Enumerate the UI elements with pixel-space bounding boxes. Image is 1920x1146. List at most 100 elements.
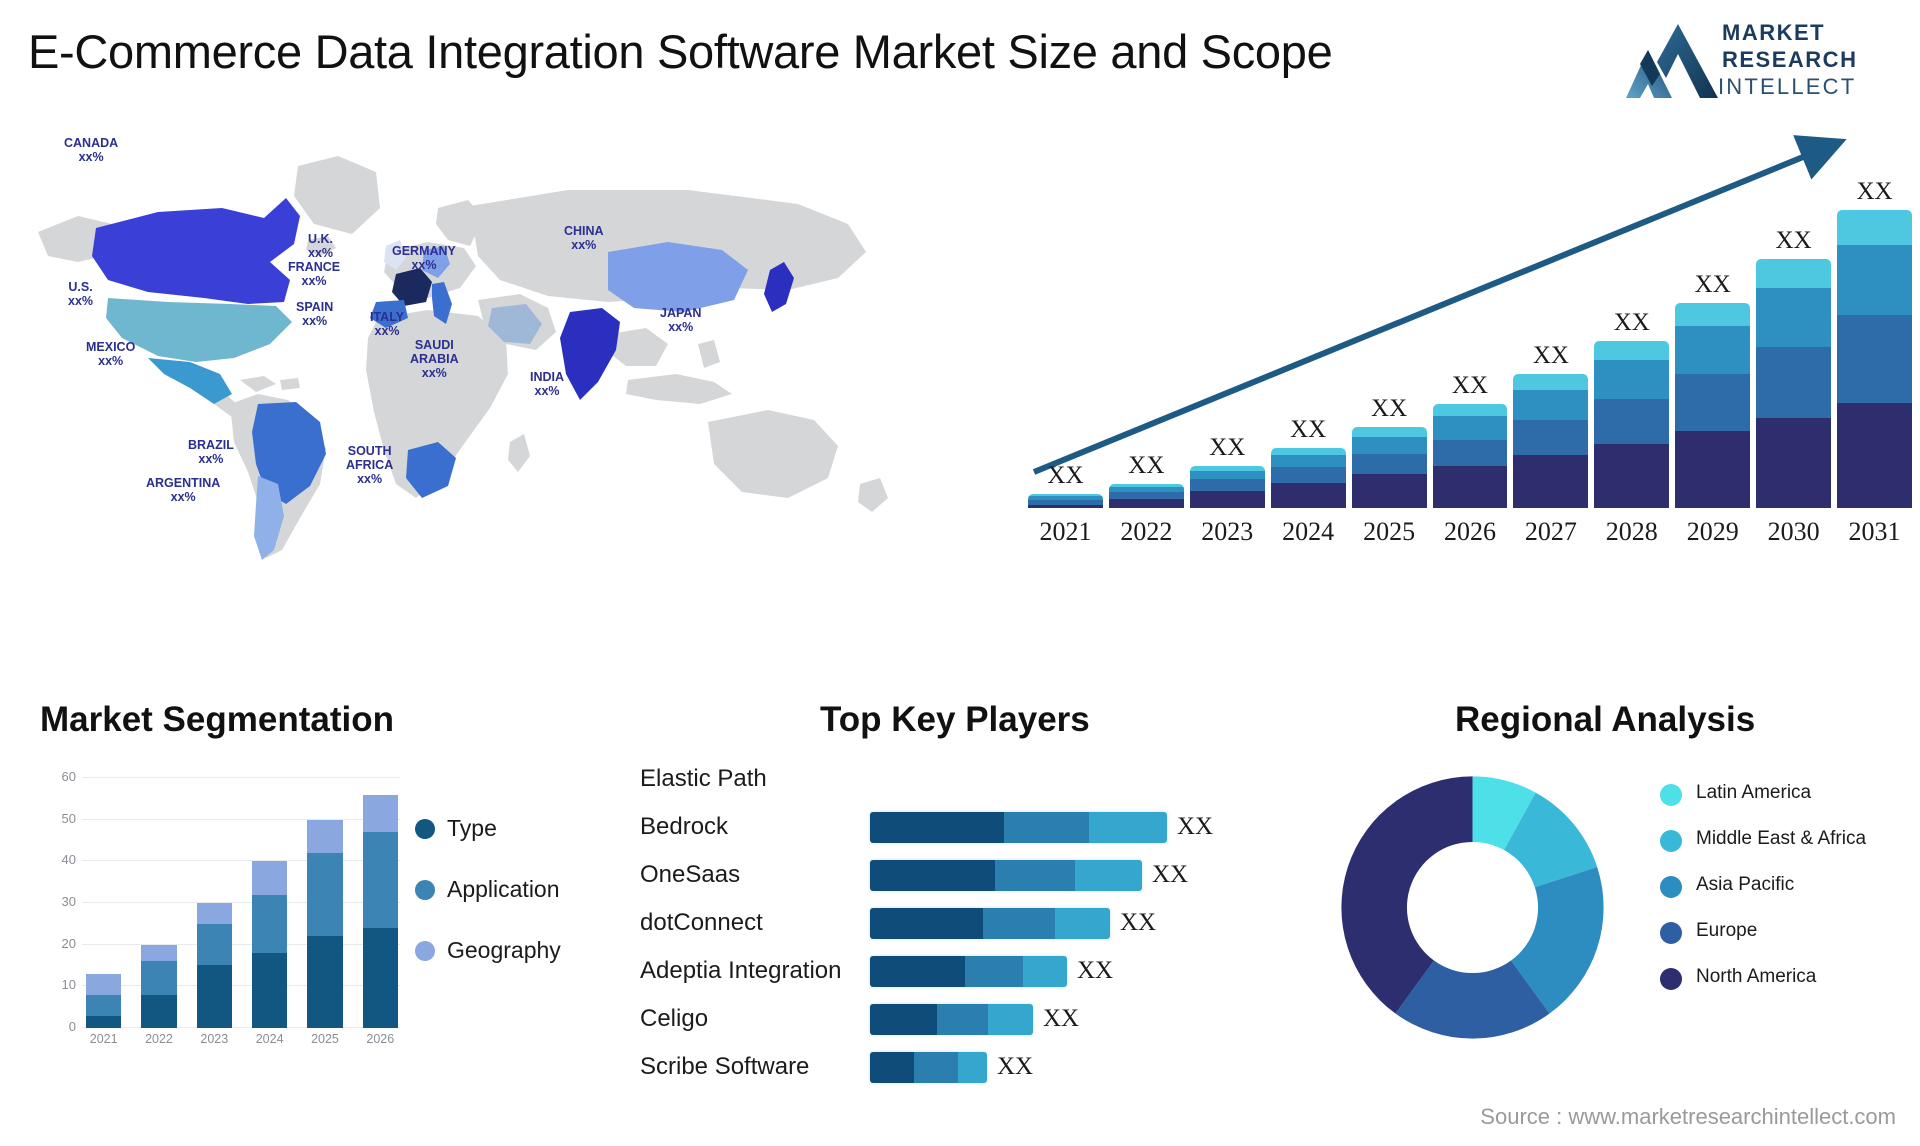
forecast-bar-value: XX	[1047, 462, 1084, 489]
legend-color-dot	[415, 940, 435, 961]
regional-legend-item[interactable]: North America	[1660, 966, 1910, 990]
market-research-intellect-logo: MARKET RESEARCH INTELLECT	[1626, 14, 1910, 106]
segmentation-bar	[86, 973, 122, 1028]
legend-label: Latin America	[1696, 782, 1812, 803]
forecast-bar-group: XX	[1837, 178, 1912, 508]
segmentation-bar-segment	[141, 961, 177, 995]
segmentation-x-label: 2022	[145, 1032, 173, 1046]
map-label-germany: GERMANY xx%	[392, 244, 456, 272]
key-player-bar-segment	[870, 907, 983, 939]
source-text: Source : www.marketresearchintellect.com	[1480, 1104, 1896, 1129]
forecast-bar-segment	[1513, 454, 1589, 508]
forecast-bar-value: XX	[1694, 270, 1731, 298]
key-player-bar	[870, 1003, 1033, 1035]
forecast-bar-segment	[1351, 436, 1427, 454]
regional-donut-chart	[1341, 776, 1604, 1039]
forecast-bar-segment	[1756, 287, 1832, 347]
segmentation-bar	[141, 944, 177, 1028]
forecast-year-label: 2031	[1848, 517, 1901, 546]
key-player-row: Bedrock XX	[640, 803, 1300, 851]
forecast-bar	[1837, 210, 1912, 508]
key-player-bar-segment	[995, 859, 1075, 891]
segmentation-legend-item[interactable]: Geography	[415, 937, 625, 964]
forecast-bar-segment	[1513, 420, 1589, 455]
key-player-name: Celigo	[640, 1005, 709, 1032]
regional-analysis-panel: Latin America Middle East & Africa Asia Pa…	[1300, 760, 1920, 1120]
segmentation-y-tick: 0	[68, 1019, 76, 1034]
forecast-bar-segment	[1594, 360, 1670, 399]
segmentation-bar-segment	[307, 853, 343, 937]
segmentation-y-tick: 40	[61, 852, 76, 868]
key-player-bar-segment	[914, 1051, 958, 1083]
forecast-year-label: 2023	[1201, 517, 1254, 546]
regional-legend: Latin America Middle East & Africa Asia Pa…	[1660, 782, 1910, 1012]
forecast-bar-segment	[1270, 467, 1346, 483]
map-label-uk: U.K. xx%	[308, 232, 334, 260]
key-player-row: Adeptia Integration XX	[640, 947, 1300, 995]
key-player-name: Adeptia Integration	[640, 957, 842, 984]
segmentation-legend-item[interactable]: Type	[415, 815, 625, 842]
segmentation-bar-group	[196, 778, 232, 1028]
key-player-bar-segment	[958, 1051, 987, 1083]
key-player-bar	[870, 907, 1110, 939]
segmentation-bar	[251, 861, 288, 1028]
forecast-bar-segment	[1594, 340, 1670, 361]
key-player-value: XX	[1177, 813, 1214, 840]
segmentation-bar	[362, 794, 398, 1028]
logo-line-market: MARKET	[1722, 20, 1826, 45]
map-label-india: INDIA xx%	[530, 370, 565, 398]
key-player-bar-segment	[870, 1003, 937, 1035]
segmentation-bar-group	[141, 778, 177, 1028]
map-label-us: U.S. xx%	[68, 280, 94, 308]
map-country-mexico	[148, 358, 232, 404]
regional-legend-item[interactable]: Asia Pacific	[1660, 874, 1910, 898]
segmentation-bar-segment	[86, 994, 122, 1016]
key-player-name: Elastic Path	[640, 765, 767, 792]
key-player-value: XX	[1120, 909, 1157, 936]
segmentation-bar-segment	[362, 927, 398, 1028]
forecast-bar-group: XX	[1432, 178, 1508, 508]
key-player-name: Bedrock	[640, 813, 729, 840]
forecast-bar-segment	[1675, 302, 1751, 327]
regional-legend-item[interactable]: Europe	[1660, 920, 1910, 944]
segmentation-bar-segment	[251, 953, 288, 1028]
segmentation-bar-segment	[86, 1015, 122, 1028]
legend-color-dot	[1660, 968, 1682, 990]
regional-legend-item[interactable]: Middle East & Africa	[1660, 828, 1910, 852]
key-player-bar-segment	[1055, 907, 1110, 939]
forecast-bar-segment	[1837, 402, 1912, 508]
key-player-row: Elastic Path	[640, 755, 1300, 803]
forecast-year-label: 2021	[1039, 517, 1092, 546]
segmentation-bars	[86, 778, 398, 1028]
forecast-bar-group: XX	[1028, 178, 1103, 508]
key-player-bar-segment	[870, 1051, 914, 1083]
forecast-bar	[1594, 340, 1670, 508]
map-label-argentina: ARGENTINA xx%	[146, 476, 221, 504]
key-player-bar-segment	[983, 907, 1055, 939]
legend-color-dot	[1660, 922, 1682, 944]
segmentation-legend-item[interactable]: Application	[415, 876, 625, 903]
forecast-bar-chart: XX XX XX XX XX XX XX XX XX XX XX 2021 2022 2023 2024 2…	[1020, 120, 1920, 560]
forecast-bar-segment	[1837, 210, 1912, 245]
key-player-bar	[870, 955, 1067, 987]
forecast-bar-segment	[1189, 471, 1265, 480]
forecast-bar-segment	[1675, 431, 1751, 508]
forecast-bar-segment	[1675, 374, 1751, 432]
forecast-bar-value: XX	[1209, 434, 1246, 462]
forecast-bar	[1028, 494, 1103, 508]
forecast-bar-group: XX	[1351, 178, 1427, 508]
map-country-canada	[92, 198, 300, 304]
forecast-bar-segment	[1270, 454, 1346, 468]
key-player-bar	[870, 1051, 987, 1083]
forecast-bar-segment	[1756, 259, 1832, 288]
map-label-canada: CANADA xx%	[64, 136, 119, 164]
segmentation-x-label: 2021	[89, 1032, 118, 1046]
key-player-row: Celigo XX	[640, 995, 1300, 1043]
forecast-bar-segment	[1756, 418, 1832, 508]
forecast-bar-segment	[1108, 491, 1184, 499]
segmentation-y-tick: 10	[61, 977, 76, 993]
map-label-mexico: MEXICO xx%	[86, 340, 136, 368]
forecast-bar-group: XX	[1594, 178, 1670, 508]
regional-legend-item[interactable]: Latin America	[1660, 782, 1910, 806]
forecast-bar-segment	[1270, 482, 1346, 508]
